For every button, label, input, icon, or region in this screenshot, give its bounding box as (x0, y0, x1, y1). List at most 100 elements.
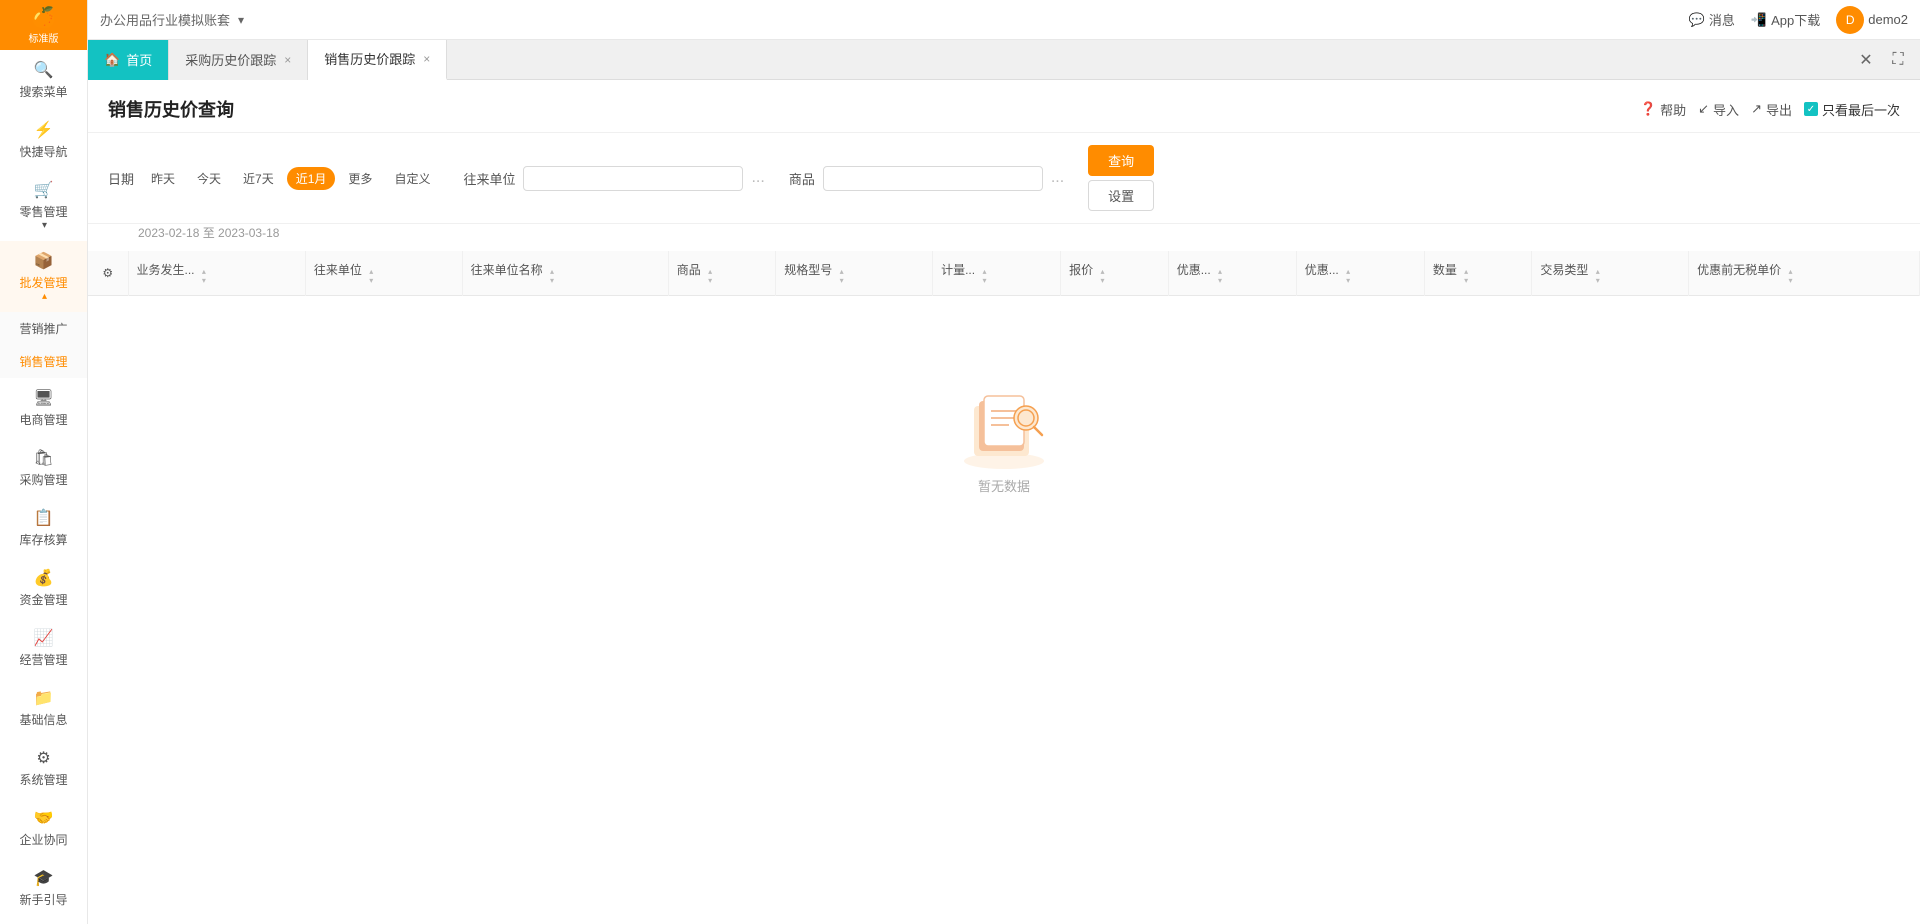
col-unit[interactable]: 计量... ▴▾ (933, 251, 1061, 296)
sidebar-item-sys-mgmt[interactable]: ⚙ 系统管理 (0, 738, 88, 798)
sidebar-item-corp-agreement[interactable]: 🤝 企业协同 (0, 798, 88, 858)
sidebar-item-label: 零售管理 (19, 203, 67, 220)
date-btn-1month[interactable]: 近1月 (287, 167, 336, 190)
col-quote-label: 报价 (1069, 263, 1093, 277)
sidebar-item-label: 资金管理 (19, 591, 67, 608)
sort-icons: ▴▾ (840, 267, 844, 285)
export-icon: ↗ (1751, 101, 1762, 117)
sidebar-item-label: 采购管理 (19, 471, 67, 488)
table-area: ⚙ 业务发生... ▴▾ 往来单位 ▴▾ 往来单位名称 ▴▾ (88, 251, 1920, 924)
col-no-tax-price[interactable]: 优惠前无税单价 ▴▾ (1689, 251, 1920, 296)
col-partner-name[interactable]: 往来单位名称 ▴▾ (462, 251, 668, 296)
sidebar-item-sales-mgmt[interactable]: 销售管理 (0, 345, 88, 378)
app-download-icon: 📲 (1751, 12, 1767, 28)
col-goods[interactable]: 商品 ▴▾ (668, 251, 776, 296)
inventory-icon: 📋 (34, 508, 54, 528)
sidebar-item-retail[interactable]: 🛒 零售管理 ▾ (0, 170, 88, 241)
sort-icons: ▴▾ (369, 267, 373, 285)
close-all-tabs-button[interactable]: ✕ (1852, 46, 1880, 74)
sort-icons: ▴▾ (708, 267, 712, 285)
page-title: 销售历史价查询 (108, 96, 234, 122)
settings-col-header[interactable]: ⚙ (88, 251, 128, 296)
sidebar-item-label: 系统管理 (19, 771, 67, 788)
sidebar-item-shortcut[interactable]: ⚡ 快捷导航 (0, 110, 88, 170)
col-discount1[interactable]: 优惠... ▴▾ (1168, 251, 1296, 296)
topbar-dropdown[interactable]: ▾ (238, 13, 244, 27)
topbar-right: 💬 消息 📲 App下载 D demo2 (1689, 6, 1908, 34)
goods-filter-group: 商品 ... (789, 166, 1064, 191)
basic-info-icon: 📁 (34, 688, 54, 708)
export-button[interactable]: ↗ 导出 (1751, 100, 1792, 119)
user-menu[interactable]: D demo2 (1836, 6, 1908, 34)
col-spec[interactable]: 规格型号 ▴▾ (776, 251, 933, 296)
col-quote[interactable]: 报价 ▴▾ (1061, 251, 1169, 296)
date-btn-more[interactable]: 更多 (339, 167, 381, 190)
query-button[interactable]: 查询 (1088, 145, 1154, 176)
goods-picker-button[interactable]: ... (1051, 169, 1064, 187)
sidebar-item-marketing[interactable]: 营销推广 (0, 312, 88, 345)
sidebar-item-search[interactable]: 🔍 搜索菜单 (0, 50, 88, 110)
tab-home-label: 首页 (126, 50, 152, 69)
corp-agreement-icon: 🤝 (34, 808, 54, 828)
sidebar-item-ecommerce[interactable]: 🖥 电商管理 (0, 378, 88, 438)
main-content: 办公用品行业模拟账套 ▾ 💬 消息 📲 App下载 D demo2 🏠 首页 采… (88, 0, 1920, 924)
logo-text: 标准版 (29, 30, 59, 45)
sidebar-item-app-center[interactable]: 📱 应用中心 (0, 918, 88, 924)
maximize-button[interactable]: ⛶ (1884, 46, 1912, 74)
col-biz-date[interactable]: 业务发生... ▴▾ (128, 251, 305, 296)
ecommerce-icon: 🖥 (33, 388, 53, 408)
shortcut-icon: ⚡ (34, 120, 54, 140)
sidebar-item-purchase[interactable]: 🛍 采购管理 (0, 438, 88, 498)
sidebar-item-label: 电商管理 (19, 411, 67, 428)
sidebar-item-label: 快捷导航 (19, 143, 67, 160)
tab-purchase-history[interactable]: 采购历史价跟踪 × (169, 40, 308, 80)
help-button[interactable]: ❓ 帮助 (1640, 100, 1686, 119)
sidebar-item-label: 销售管理 (19, 353, 67, 370)
goods-input[interactable] (823, 166, 1043, 191)
date-btn-7days[interactable]: 近7天 (234, 167, 283, 190)
chevron-down-icon: ▾ (42, 220, 47, 231)
col-partner-code[interactable]: 往来单位 ▴▾ (305, 251, 462, 296)
setting-button[interactable]: 设置 (1088, 180, 1154, 211)
sidebar-item-operations[interactable]: 📈 经营管理 (0, 618, 88, 678)
chevron-up-icon: ▴ (42, 291, 47, 302)
close-purchase-tab-button[interactable]: × (284, 53, 291, 67)
tab-home[interactable]: 🏠 首页 (88, 40, 169, 80)
import-button[interactable]: ↙ 导入 (1698, 100, 1739, 119)
app-download-button[interactable]: 📲 App下载 (1751, 10, 1820, 29)
tab-sales-history-label: 销售历史价跟踪 (324, 49, 415, 68)
purchase-icon: 🛍 (33, 448, 53, 468)
tab-sales-history[interactable]: 销售历史价跟踪 × (308, 40, 447, 80)
col-trade-type[interactable]: 交易类型 ▴▾ (1532, 251, 1689, 296)
sidebar-item-basic-info[interactable]: 📁 基础信息 (0, 678, 88, 738)
only-last-checkbox[interactable] (1804, 102, 1818, 116)
sort-icons: ▴▾ (550, 267, 554, 285)
message-button[interactable]: 💬 消息 (1689, 10, 1735, 29)
goods-filter-label: 商品 (789, 169, 815, 188)
sort-icons: ▴▾ (1464, 267, 1468, 285)
close-sales-tab-button[interactable]: × (423, 52, 430, 66)
only-last-checkbox-wrapper[interactable]: 只看最后一次 (1804, 100, 1900, 119)
sidebar-item-finance[interactable]: 💰 资金管理 (0, 558, 88, 618)
settings-icon[interactable]: ⚙ (102, 266, 113, 280)
partner-picker-button[interactable]: ... (751, 169, 764, 187)
sidebar-item-wholesale[interactable]: 📦 批发管理 ▴ (0, 241, 88, 312)
col-quantity[interactable]: 数量 ▴▾ (1424, 251, 1532, 296)
partner-input[interactable] (523, 166, 743, 191)
data-table: ⚙ 业务发生... ▴▾ 往来单位 ▴▾ 往来单位名称 ▴▾ (88, 251, 1920, 296)
sidebar-item-inventory[interactable]: 📋 库存核算 (0, 498, 88, 558)
sidebar-item-guide[interactable]: 🎓 新手引导 (0, 858, 88, 918)
col-discount2-label: 优惠... (1305, 263, 1339, 277)
col-discount2[interactable]: 优惠... ▴▾ (1296, 251, 1424, 296)
sidebar-item-label: 搜索菜单 (19, 83, 67, 100)
col-partner-code-label: 往来单位 (314, 263, 362, 277)
date-btn-yesterday[interactable]: 昨天 (142, 167, 184, 190)
home-icon: 🏠 (104, 52, 120, 68)
col-no-tax-price-label: 优惠前无税单价 (1697, 263, 1781, 277)
app-download-label: App下载 (1771, 10, 1820, 29)
date-btn-today[interactable]: 今天 (188, 167, 230, 190)
date-filter-label: 日期 (108, 169, 134, 188)
import-label: 导入 (1713, 100, 1739, 119)
help-label: 帮助 (1660, 100, 1686, 119)
date-btn-custom[interactable]: 自定义 (385, 167, 439, 190)
